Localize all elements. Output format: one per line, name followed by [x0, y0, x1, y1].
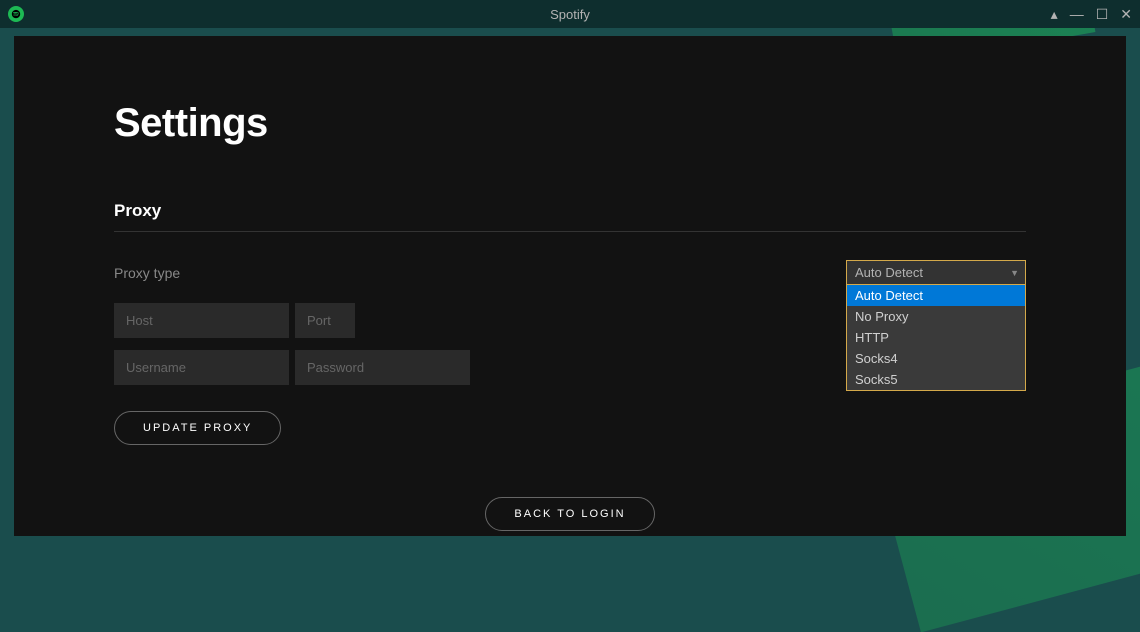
- proxy-type-option[interactable]: Socks4: [847, 348, 1025, 369]
- password-input[interactable]: [295, 350, 470, 385]
- close-icon[interactable]: ✕: [1120, 7, 1132, 21]
- proxy-type-options-list: Auto Detect No Proxy HTTP Socks4 Socks5: [846, 284, 1026, 391]
- page-title: Settings: [114, 101, 1026, 146]
- proxy-type-option[interactable]: Socks5: [847, 369, 1025, 390]
- username-input[interactable]: [114, 350, 289, 385]
- maximize-icon[interactable]: ☐: [1096, 7, 1109, 21]
- up-arrow-icon[interactable]: ▴: [1051, 7, 1058, 21]
- proxy-type-option[interactable]: No Proxy: [847, 306, 1025, 327]
- host-input[interactable]: [114, 303, 289, 338]
- proxy-type-selected-value: Auto Detect: [855, 265, 923, 280]
- back-to-login-button[interactable]: BACK TO LOGIN: [485, 497, 654, 531]
- titlebar: Spotify ▴ — ☐ ✕: [0, 0, 1140, 28]
- window-title: Spotify: [550, 7, 590, 22]
- spotify-logo-icon: [8, 6, 24, 22]
- proxy-section-title: Proxy: [114, 201, 1026, 232]
- update-proxy-button[interactable]: UPDATE PROXY: [114, 411, 281, 445]
- proxy-type-label: Proxy type: [114, 265, 180, 281]
- port-input[interactable]: [295, 303, 355, 338]
- chevron-down-icon: ▼: [1010, 268, 1019, 278]
- proxy-type-option[interactable]: HTTP: [847, 327, 1025, 348]
- proxy-type-option[interactable]: Auto Detect: [847, 285, 1025, 306]
- proxy-type-select[interactable]: Auto Detect ▼: [846, 260, 1026, 285]
- minimize-icon[interactable]: —: [1070, 7, 1084, 21]
- main-window: Settings Proxy Proxy type Auto Detect ▼ …: [14, 36, 1126, 536]
